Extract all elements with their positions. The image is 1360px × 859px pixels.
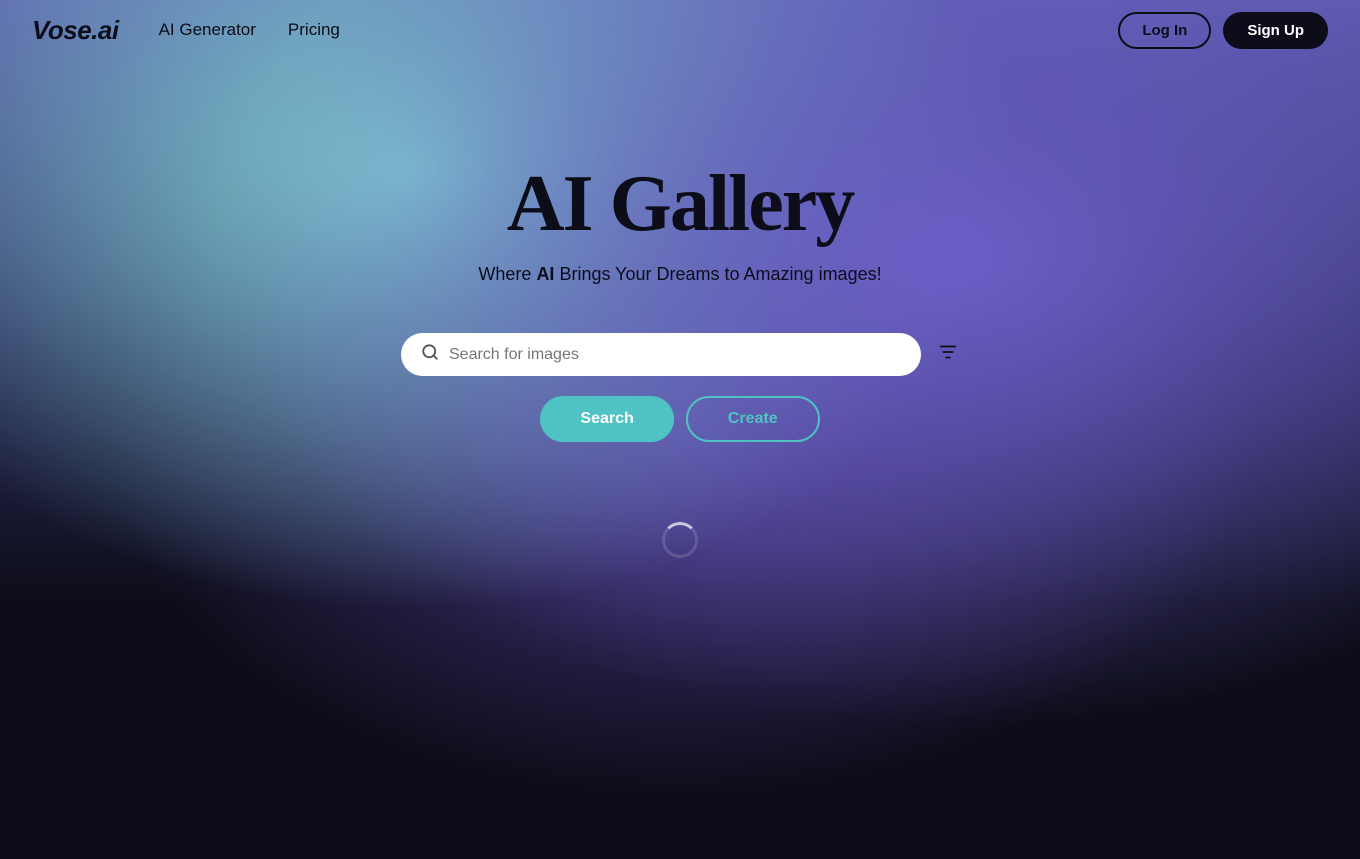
nav-link-ai-generator[interactable]: AI Generator [159,20,256,40]
nav-links: AI Generator Pricing [159,20,340,40]
search-row [401,333,959,376]
hero-subtitle-prefix: Where [478,264,536,284]
nav-right: Log In Sign Up [1118,12,1328,49]
hero-subtitle-suffix: Brings Your Dreams to Amazing images! [554,264,881,284]
search-box [401,333,921,376]
search-icon [421,343,439,366]
login-button[interactable]: Log In [1118,12,1211,49]
filter-icon[interactable] [937,341,959,369]
hero-section: AI Gallery Where AI Brings Your Dreams t… [0,160,1360,285]
search-input[interactable] [449,346,901,364]
navbar: Vose.ai AI Generator Pricing Log In Sign… [0,0,1360,60]
nav-left: Vose.ai AI Generator Pricing [32,15,340,46]
logo: Vose.ai [32,15,119,46]
search-button[interactable]: Search [540,396,673,442]
search-area: Search Create [0,333,1360,442]
hero-subtitle: Where AI Brings Your Dreams to Amazing i… [478,264,881,285]
page-wrapper: Vose.ai AI Generator Pricing Log In Sign… [0,0,1360,859]
loading-area [0,522,1360,558]
action-buttons: Search Create [540,396,819,442]
nav-link-pricing[interactable]: Pricing [288,20,340,40]
create-button[interactable]: Create [686,396,820,442]
hero-title: AI Gallery [507,160,854,248]
loading-spinner [662,522,698,558]
hero-subtitle-bold: AI [536,264,554,284]
signup-button[interactable]: Sign Up [1223,12,1328,49]
